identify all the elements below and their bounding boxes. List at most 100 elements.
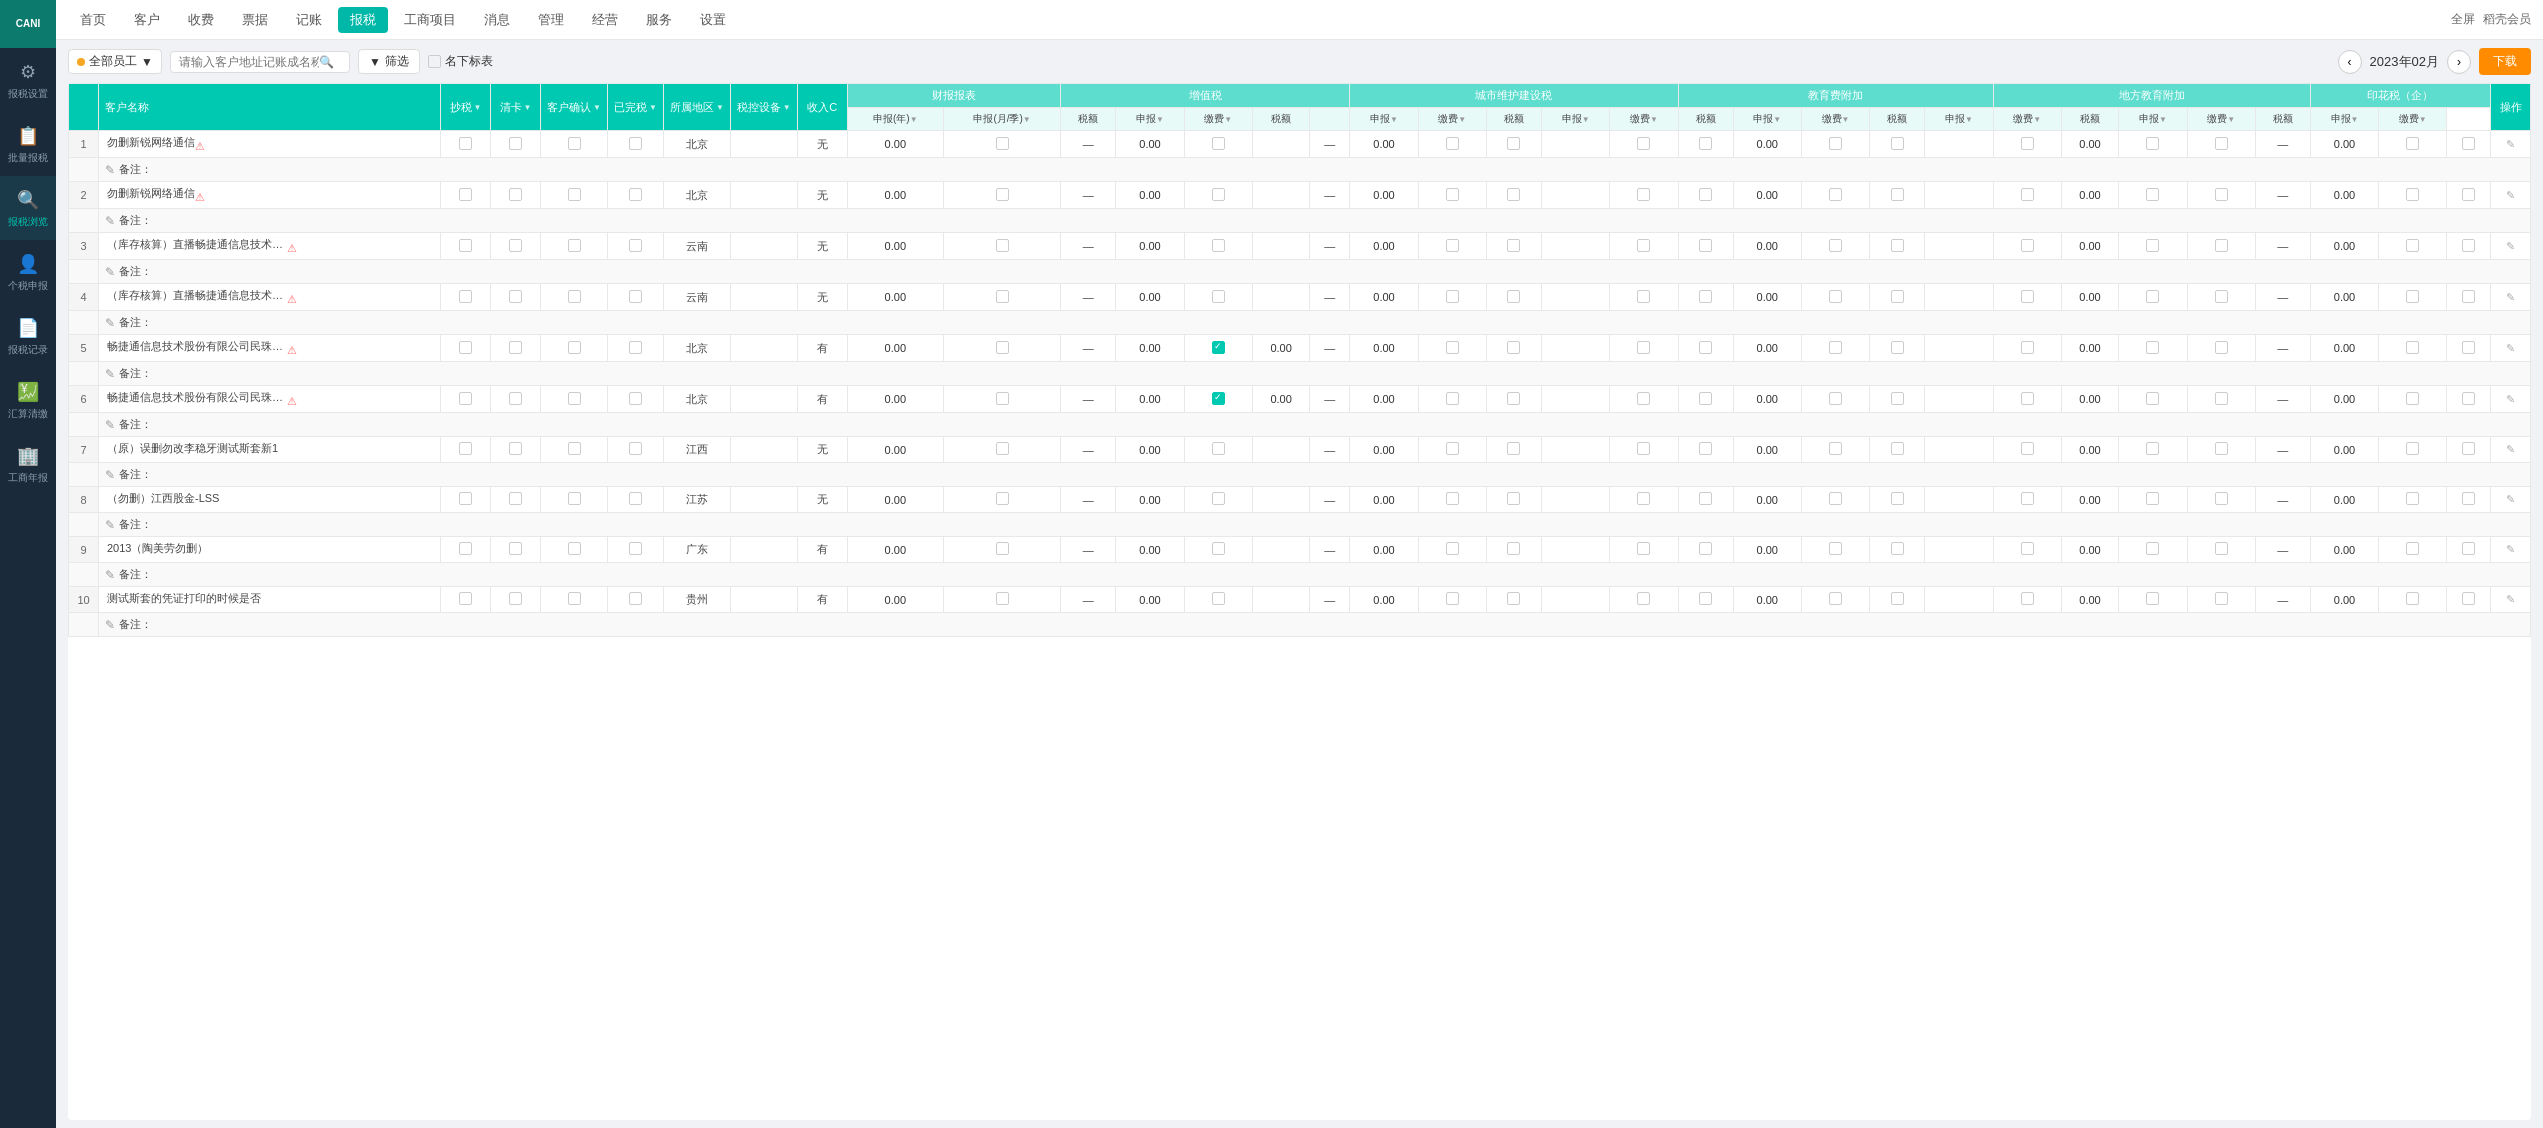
difang-cb3-1[interactable] <box>2187 131 2255 158</box>
difang-cb3-5[interactable] <box>2187 335 2255 362</box>
chengshi-cb1-9[interactable] <box>1418 537 1486 563</box>
chengshi-cb2-3[interactable] <box>1486 233 1541 260</box>
nav-industrial[interactable]: 工商项目 <box>392 7 468 33</box>
prev-month-button[interactable]: ‹ <box>2338 50 2362 74</box>
pencil-icon-1[interactable]: ✎ <box>105 163 115 177</box>
chengshi-cb2-2[interactable] <box>1486 182 1541 209</box>
pencil-icon-6[interactable]: ✎ <box>105 418 115 432</box>
cb-0-row-5[interactable] <box>441 335 491 362</box>
nav-invoice[interactable]: 票据 <box>230 7 280 33</box>
action-8[interactable]: ✎ <box>2491 487 2531 513</box>
jiaoyu-cb3-10[interactable] <box>1870 587 1925 613</box>
yinhua-cb2-3[interactable] <box>2447 233 2491 260</box>
named-table-checkbox[interactable] <box>428 55 441 68</box>
difang-cb1-9[interactable] <box>1993 537 2061 563</box>
pencil-icon-10[interactable]: ✎ <box>105 618 115 632</box>
jiaoyu-cb1-10[interactable] <box>1678 587 1733 613</box>
difang-cb3-8[interactable] <box>2187 487 2255 513</box>
difang-cb3-9[interactable] <box>2187 537 2255 563</box>
chengshi-cb1-3[interactable] <box>1418 233 1486 260</box>
nav-management[interactable]: 管理 <box>526 7 576 33</box>
edit-icon-4[interactable]: ✎ <box>2506 291 2515 303</box>
filter-button[interactable]: ▼ 筛选 <box>358 49 420 74</box>
cb-2-row-9[interactable] <box>541 537 608 563</box>
yinhua-cb2-10[interactable] <box>2447 587 2491 613</box>
caiwu-month-2[interactable] <box>943 182 1060 209</box>
cb-2-row-2[interactable] <box>541 182 608 209</box>
cb-1-row-2[interactable] <box>491 182 541 209</box>
jiaoyu-cb3-8[interactable] <box>1870 487 1925 513</box>
difang-cb1-2[interactable] <box>1993 182 2061 209</box>
sidebar-item-gongshangnianbao[interactable]: 🏢 工商年报 <box>0 432 56 496</box>
difang-cb2-7[interactable] <box>2119 437 2187 463</box>
cb-0-row-2[interactable] <box>441 182 491 209</box>
zengjia-cb1-9[interactable] <box>1184 537 1252 563</box>
cb-0-row-1[interactable] <box>441 131 491 158</box>
edit-icon-7[interactable]: ✎ <box>2506 443 2515 455</box>
yinhua-cb2-4[interactable] <box>2447 284 2491 311</box>
next-month-button[interactable]: › <box>2447 50 2471 74</box>
chengshi-cb1-2[interactable] <box>1418 182 1486 209</box>
jiaoyu-cb2-4[interactable] <box>1801 284 1869 311</box>
zengjia-cb1-5[interactable] <box>1184 335 1252 362</box>
jiaoyu-cb3-2[interactable] <box>1870 182 1925 209</box>
sidebar-item-piliangbaoshui[interactable]: 📋 批量报税 <box>0 112 56 176</box>
cb-0-row-3[interactable] <box>441 233 491 260</box>
yinhua-cb-5[interactable] <box>2379 335 2447 362</box>
yinhua-cb-7[interactable] <box>2379 437 2447 463</box>
jiaoyu-cb2-8[interactable] <box>1801 487 1869 513</box>
difang-cb2-6[interactable] <box>2119 386 2187 413</box>
difang-cb3-2[interactable] <box>2187 182 2255 209</box>
action-4[interactable]: ✎ <box>2491 284 2531 311</box>
difang-cb3-6[interactable] <box>2187 386 2255 413</box>
cb-1-row-5[interactable] <box>491 335 541 362</box>
pencil-icon-9[interactable]: ✎ <box>105 568 115 582</box>
cb-3-row-8[interactable] <box>608 487 664 513</box>
yinhua-cb-1[interactable] <box>2379 131 2447 158</box>
cb-3-row-1[interactable] <box>608 131 664 158</box>
jiaoyu-cb1-9[interactable] <box>1678 537 1733 563</box>
jiaoyu-cb1-8[interactable] <box>1678 487 1733 513</box>
difang-cb1-3[interactable] <box>1993 233 2061 260</box>
cb-2-row-8[interactable] <box>541 487 608 513</box>
cb-1-row-4[interactable] <box>491 284 541 311</box>
difang-cb3-10[interactable] <box>2187 587 2255 613</box>
difang-cb2-1[interactable] <box>2119 131 2187 158</box>
chengshi-cb3-7[interactable] <box>1610 437 1678 463</box>
cb-2-row-5[interactable] <box>541 335 608 362</box>
difang-cb2-3[interactable] <box>2119 233 2187 260</box>
jiaoyu-cb1-6[interactable] <box>1678 386 1733 413</box>
chengshi-cb2-1[interactable] <box>1486 131 1541 158</box>
action-9[interactable]: ✎ <box>2491 537 2531 563</box>
action-2[interactable]: ✎ <box>2491 182 2531 209</box>
jiaoyu-cb2-1[interactable] <box>1801 131 1869 158</box>
named-table-checkbox-area[interactable]: 名下标表 <box>428 53 493 70</box>
jiaoyu-cb3-6[interactable] <box>1870 386 1925 413</box>
edit-icon-9[interactable]: ✎ <box>2506 543 2515 555</box>
jiaoyu-cb1-3[interactable] <box>1678 233 1733 260</box>
chengshi-cb1-5[interactable] <box>1418 335 1486 362</box>
caiwu-month-5[interactable] <box>943 335 1060 362</box>
cb-1-row-3[interactable] <box>491 233 541 260</box>
nav-customer[interactable]: 客户 <box>122 7 172 33</box>
cb-2-row-1[interactable] <box>541 131 608 158</box>
cb-1-row-6[interactable] <box>491 386 541 413</box>
cb-3-row-5[interactable] <box>608 335 664 362</box>
jiaoyu-cb3-1[interactable] <box>1870 131 1925 158</box>
chengshi-cb2-4[interactable] <box>1486 284 1541 311</box>
action-3[interactable]: ✎ <box>2491 233 2531 260</box>
cb-1-row-10[interactable] <box>491 587 541 613</box>
cb-0-row-4[interactable] <box>441 284 491 311</box>
nav-service[interactable]: 服务 <box>634 7 684 33</box>
chengshi-cb2-9[interactable] <box>1486 537 1541 563</box>
edit-icon-6[interactable]: ✎ <box>2506 393 2515 405</box>
edit-icon-8[interactable]: ✎ <box>2506 493 2515 505</box>
difang-cb1-10[interactable] <box>1993 587 2061 613</box>
jiaoyu-cb1-5[interactable] <box>1678 335 1733 362</box>
zengjia-cb1-2[interactable] <box>1184 182 1252 209</box>
jiaoyu-cb1-1[interactable] <box>1678 131 1733 158</box>
caiwu-month-10[interactable] <box>943 587 1060 613</box>
yinhua-cb-3[interactable] <box>2379 233 2447 260</box>
jiaoyu-cb3-9[interactable] <box>1870 537 1925 563</box>
yinhua-cb2-2[interactable] <box>2447 182 2491 209</box>
